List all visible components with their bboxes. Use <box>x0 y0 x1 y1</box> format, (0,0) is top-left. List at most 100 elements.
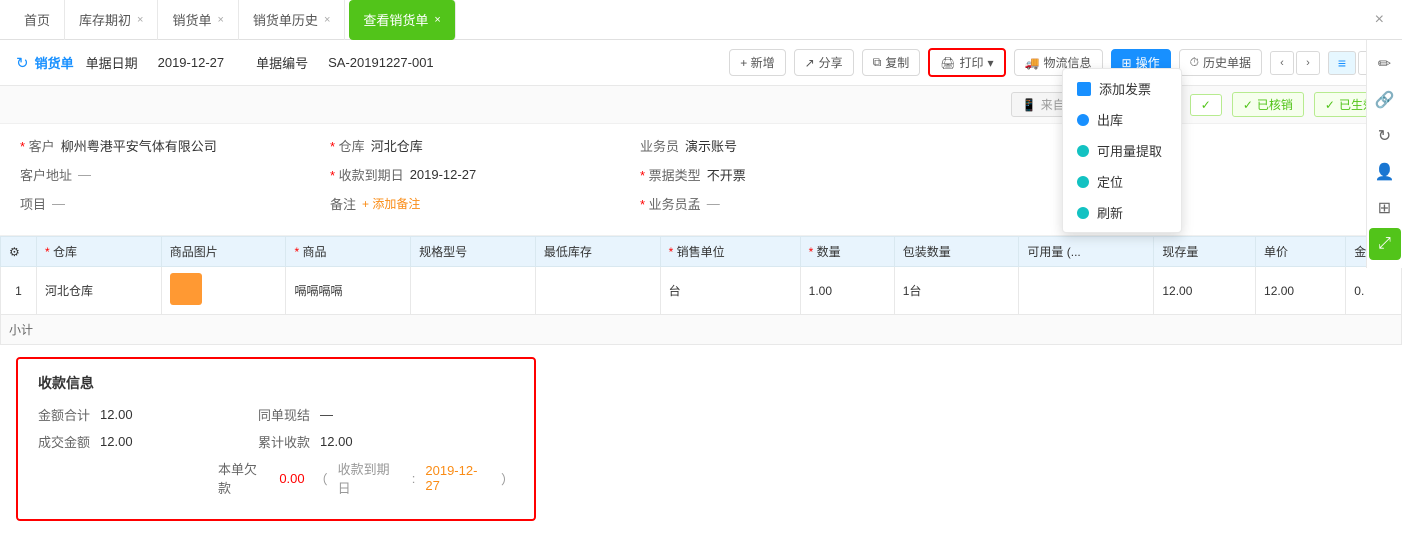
print-dropdown-icon: ▾ <box>988 56 994 70</box>
sidebar-edit-icon[interactable]: ✏ <box>1369 48 1401 80</box>
tab-home-label: 首页 <box>24 10 50 29</box>
new-label: + 新增 <box>740 54 774 71</box>
sidebar-refresh-icon[interactable]: ↻ <box>1369 120 1401 152</box>
tab-view-sales[interactable]: 查看销货单 × <box>349 0 455 40</box>
share-button[interactable]: ↗ 分享 <box>794 49 854 76</box>
print-button[interactable]: 🖨 打印 ▾ <box>930 50 1003 75</box>
due-date-value: 2019-12-27 <box>425 463 491 493</box>
tab-sales-close[interactable]: × <box>217 14 223 26</box>
customer-value: 柳州粤港平安气体有限公司 <box>61 136 217 155</box>
dropdown-menu: 添加发票 出库 可用量提取 定位 刷新 <box>1062 68 1182 233</box>
invoice-icon <box>1077 82 1091 96</box>
mobile-icon: 📱 <box>1022 98 1037 112</box>
add-remark-button[interactable]: 添加备注 <box>362 195 420 212</box>
address-label: 客户地址 <box>20 165 72 184</box>
sales-person-field: 业务员孟 — <box>640 194 920 213</box>
payment-section: 收款信息 金额合计 12.00 同单现结 — 成交金额 12.00 累计收款 1… <box>16 357 536 521</box>
table-header-row: ⚙ * 仓库 商品图片 * 商品 规格型号 最低库存 * 销售单位 * 数量 包… <box>1 237 1402 267</box>
warehouse-field: 仓库 河北仓库 <box>330 136 610 155</box>
history-button[interactable]: ⏱ 历史单据 <box>1179 49 1262 76</box>
nav-arrows: ‹ › <box>1270 51 1320 75</box>
sidebar-user-icon[interactable]: 👤 <box>1369 156 1401 188</box>
staff-value: 演示账号 <box>685 136 737 155</box>
number-label: 单据编号 <box>256 53 308 72</box>
tab-view-label: 查看销货单 <box>363 10 428 29</box>
cumulative-item: 累计收款 12.00 <box>258 432 438 451</box>
tab-home[interactable]: 首页 <box>10 0 65 40</box>
tab-inventory-init[interactable]: 库存期初 × <box>65 0 158 40</box>
effective-icon: ✓ <box>1325 98 1335 112</box>
date-value: 2019-12-27 <box>158 55 225 70</box>
row-unit: 台 <box>660 267 800 315</box>
tab-sales-order[interactable]: 销货单 × <box>158 0 238 40</box>
sidebar-expand-icon[interactable]: ⤢ <box>1369 228 1401 260</box>
sales-person-value: — <box>707 196 720 211</box>
total-amount-value: 12.00 <box>100 407 133 422</box>
tabbar-close-button[interactable]: × <box>1367 11 1392 29</box>
total-amount-label: 金额合计 <box>38 405 90 424</box>
subtotal-row: 小计 <box>1 315 1402 345</box>
tab-history-close[interactable]: × <box>324 14 330 26</box>
col-unit-price: 单价 <box>1256 237 1346 267</box>
tab-view-close[interactable]: × <box>434 14 440 26</box>
list-view-button[interactable]: ≡ <box>1328 51 1356 75</box>
row-num: 1 <box>1 267 37 315</box>
table-container: ⚙ * 仓库 商品图片 * 商品 规格型号 最低库存 * 销售单位 * 数量 包… <box>0 236 1402 345</box>
outbound-item[interactable]: 出库 <box>1063 104 1181 135</box>
deal-amount-item: 成交金额 12.00 <box>38 432 218 451</box>
staff-field: 业务员 演示账号 <box>640 136 920 155</box>
sidebar-grid-icon[interactable]: ⊞ <box>1369 192 1401 224</box>
next-button[interactable]: › <box>1296 51 1320 75</box>
new-button[interactable]: + 新增 <box>729 49 785 76</box>
row-quantity: 1.00 <box>800 267 894 315</box>
available-pickup-label: 可用量提取 <box>1097 141 1162 160</box>
confirmed-button[interactable]: ✓ 已核销 <box>1232 92 1304 117</box>
col-product-img: 商品图片 <box>161 237 286 267</box>
doc-type-label: 销货单 <box>35 53 74 72</box>
ticket-type-value: 不开票 <box>707 165 746 184</box>
row-stock: 12.00 <box>1154 267 1256 315</box>
payment-date-value: 2019-12-27 <box>410 167 477 182</box>
locate-item[interactable]: 定位 <box>1063 166 1181 197</box>
tab-bar: 首页 库存期初 × 销货单 × 销货单历史 × 查看销货单 × × <box>0 0 1402 40</box>
copy-icon: ⧉ <box>873 55 882 70</box>
tab-inventory-close[interactable]: × <box>137 14 143 26</box>
col-product: * 商品 <box>286 237 411 267</box>
row-product: 嗝嗝嗝嗝 <box>286 267 411 315</box>
same-order-value: — <box>320 407 333 422</box>
history-label: 历史单据 <box>1203 54 1251 71</box>
refresh-label: 刷新 <box>1097 203 1123 222</box>
row-spec <box>411 267 536 315</box>
print-icon: 🖨 <box>940 56 955 70</box>
same-order-item: 同单现结 — <box>258 405 438 424</box>
tab-sales-label: 销货单 <box>172 10 211 29</box>
col-available: 可用量 (... <box>1019 237 1154 267</box>
refresh-item[interactable]: 刷新 <box>1063 197 1181 228</box>
share-icon: ↗ <box>805 56 815 70</box>
sidebar-link-icon[interactable]: 🔗 <box>1369 84 1401 116</box>
due-date-hint: （ <box>315 469 328 488</box>
number-value: SA-20191227-001 <box>328 55 434 70</box>
cumulative-value: 12.00 <box>320 434 353 449</box>
form-section: 客户 柳州粤港平安气体有限公司 仓库 河北仓库 业务员 演示账号 客户地址 — … <box>0 124 1402 236</box>
row-available <box>1019 267 1154 315</box>
tab-inventory-label: 库存期初 <box>79 10 131 29</box>
customer-field: 客户 柳州粤港平安气体有限公司 <box>20 136 300 155</box>
col-warehouse: * 仓库 <box>37 237 162 267</box>
available-pickup-item[interactable]: 可用量提取 <box>1063 135 1181 166</box>
payment-row-1: 金额合计 12.00 同单现结 — <box>38 405 514 424</box>
due-value: 0.00 <box>279 471 304 486</box>
outbound-label: 出库 <box>1097 110 1123 129</box>
copy-button[interactable]: ⧉ 复制 <box>862 49 921 76</box>
check-icon-btn[interactable]: ✓ <box>1190 94 1222 116</box>
sales-person-label: 业务员孟 <box>640 194 701 213</box>
tab-sales-history[interactable]: 销货单历史 × <box>239 0 345 40</box>
history-icon: ⏱ <box>1190 55 1199 70</box>
row-amount: 0. <box>1346 267 1402 315</box>
total-amount-item: 金额合计 12.00 <box>38 405 218 424</box>
add-invoice-label: 添加发票 <box>1099 79 1151 98</box>
prev-button[interactable]: ‹ <box>1270 51 1294 75</box>
add-invoice-item[interactable]: 添加发票 <box>1063 73 1181 104</box>
tab-history-label: 销货单历史 <box>253 10 318 29</box>
payment-row-3: 本单欠款 0.00 （ 收款到期日 : 2019-12-27 ） <box>38 459 514 497</box>
